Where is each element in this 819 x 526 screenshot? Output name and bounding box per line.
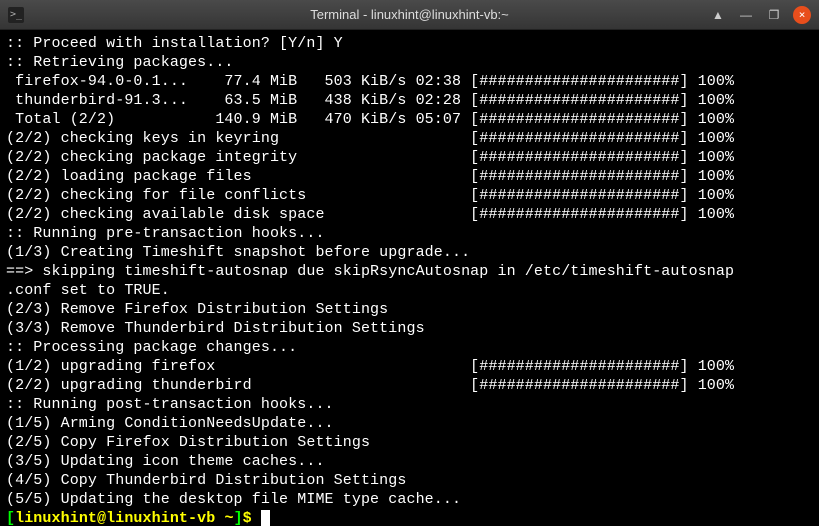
cursor xyxy=(261,510,270,526)
output-line: (3/3) Remove Thunderbird Distribution Se… xyxy=(6,319,813,338)
window-title: Terminal - linuxhint@linuxhint-vb:~ xyxy=(310,7,509,22)
window-controls: ▲ — ❐ × xyxy=(709,6,811,24)
output-line: firefox-94.0-0.1... 77.4 MiB 503 KiB/s 0… xyxy=(6,72,813,91)
output-line: (1/5) Arming ConditionNeedsUpdate... xyxy=(6,414,813,433)
prompt-close-bracket: ] xyxy=(234,510,243,526)
output-line: (5/5) Updating the desktop file MIME typ… xyxy=(6,490,813,509)
output-line: (1/3) Creating Timeshift snapshot before… xyxy=(6,243,813,262)
prompt-path: ~ xyxy=(224,510,233,526)
titlebar-left: >_ xyxy=(8,7,24,23)
output-line: (2/2) checking keys in keyring [########… xyxy=(6,129,813,148)
shell-prompt: [linuxhint@linuxhint-vb ~]$ xyxy=(6,510,270,526)
output-line: (3/5) Updating icon theme caches... xyxy=(6,452,813,471)
maximize-button[interactable]: ❐ xyxy=(765,6,783,24)
keep-above-icon[interactable]: ▲ xyxy=(709,6,727,24)
titlebar: >_ Terminal - linuxhint@linuxhint-vb:~ ▲… xyxy=(0,0,819,30)
output-line: :: Processing package changes... xyxy=(6,338,813,357)
output-line: (2/2) upgrading thunderbird [###########… xyxy=(6,376,813,395)
output-line: Total (2/2) 140.9 MiB 470 KiB/s 05:07 [#… xyxy=(6,110,813,129)
output-line: :: Proceed with installation? [Y/n] Y xyxy=(6,34,813,53)
output-line: (2/2) checking available disk space [###… xyxy=(6,205,813,224)
output-line: (1/2) upgrading firefox [###############… xyxy=(6,357,813,376)
output-line: ==> skipping timeshift-autosnap due skip… xyxy=(6,262,813,281)
output-line: thunderbird-91.3... 63.5 MiB 438 KiB/s 0… xyxy=(6,91,813,110)
output-line: :: Running post-transaction hooks... xyxy=(6,395,813,414)
prompt-symbol: $ xyxy=(243,510,252,526)
output-line: (2/5) Copy Firefox Distribution Settings xyxy=(6,433,813,452)
output-line: (2/2) checking package integrity [######… xyxy=(6,148,813,167)
output-line: :: Retrieving packages... xyxy=(6,53,813,72)
output-line: (4/5) Copy Thunderbird Distribution Sett… xyxy=(6,471,813,490)
terminal-output[interactable]: :: Proceed with installation? [Y/n] Y:: … xyxy=(0,30,819,526)
close-button[interactable]: × xyxy=(793,6,811,24)
output-line: (2/2) checking for file conflicts [#####… xyxy=(6,186,813,205)
minimize-button[interactable]: — xyxy=(737,6,755,24)
prompt-userhost: linuxhint@linuxhint-vb xyxy=(15,510,215,526)
prompt-open-bracket: [ xyxy=(6,510,15,526)
output-line: .conf set to TRUE. xyxy=(6,281,813,300)
output-line: :: Running pre-transaction hooks... xyxy=(6,224,813,243)
terminal-icon: >_ xyxy=(8,7,24,23)
output-line: (2/2) loading package files [###########… xyxy=(6,167,813,186)
output-line: (2/3) Remove Firefox Distribution Settin… xyxy=(6,300,813,319)
